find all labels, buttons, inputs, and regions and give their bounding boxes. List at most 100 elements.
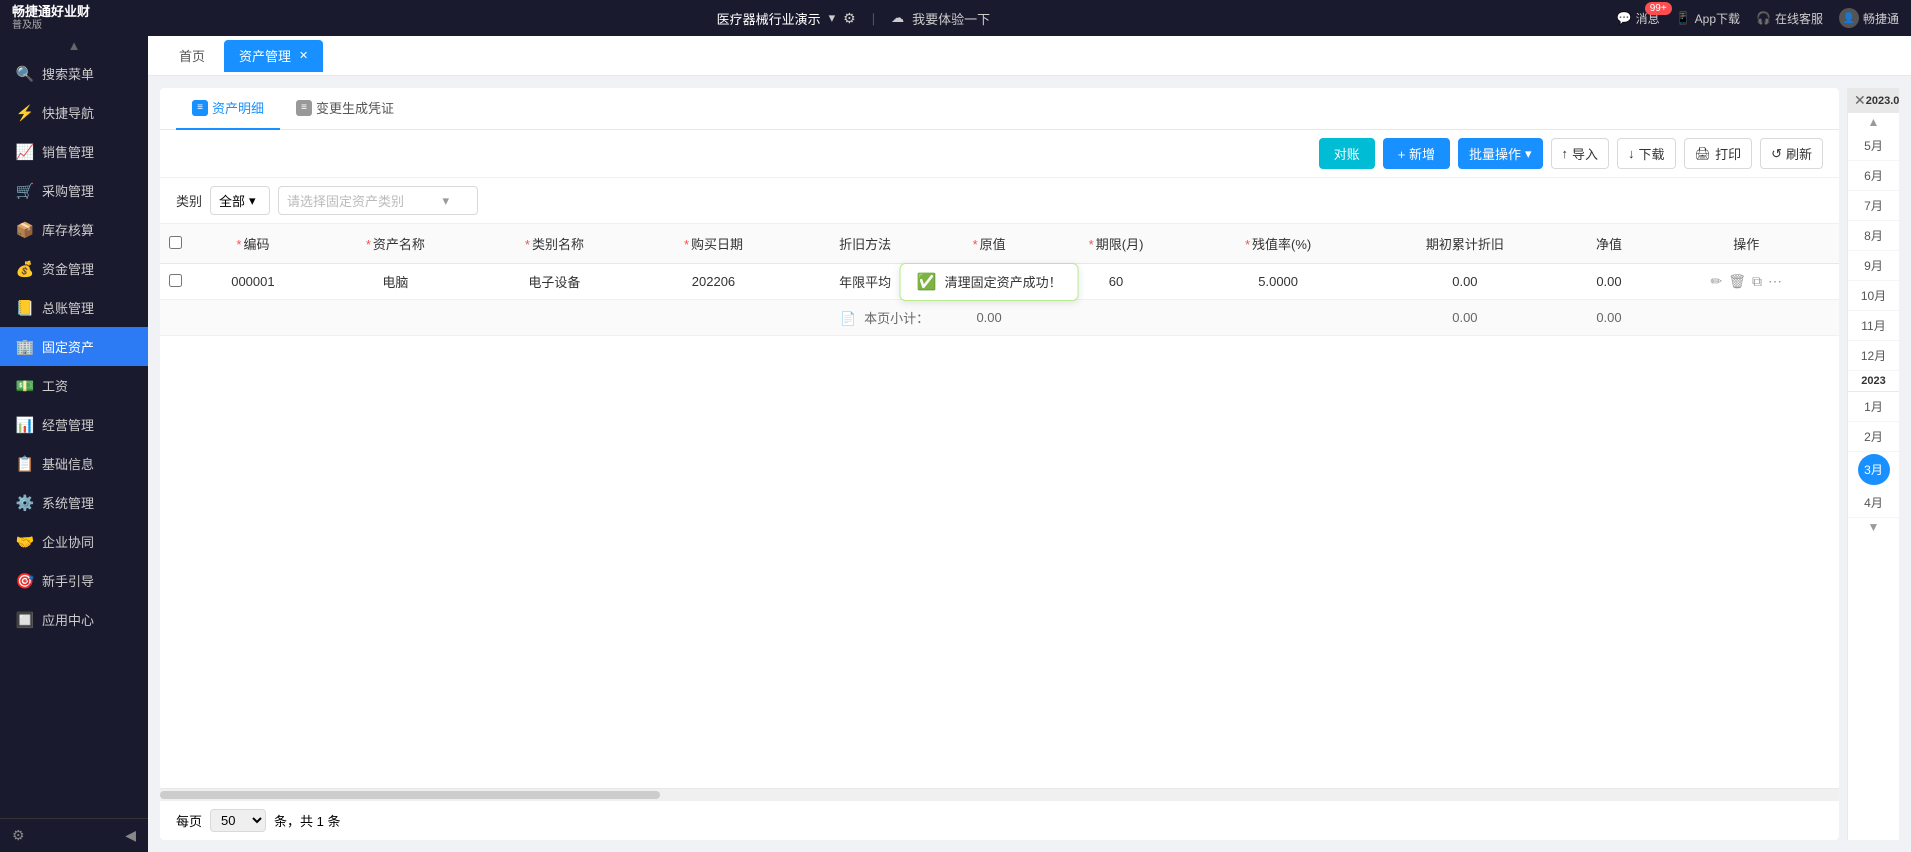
cal-month-may-prev[interactable]: 5月: [1848, 131, 1899, 161]
cal-month-aug-prev[interactable]: 8月: [1848, 221, 1899, 251]
sidebar-item-quick-nav[interactable]: ⚡ 快捷导航: [0, 93, 148, 132]
collapse-icon[interactable]: ◀: [125, 827, 136, 844]
success-check-icon: ✅: [917, 272, 937, 292]
cal-month-mar[interactable]: 3月: [1858, 454, 1890, 486]
subtotal-row: 📄 本页小计： 0.00 0.00: [160, 300, 1839, 336]
sidebar-item-search[interactable]: 🔍 搜索菜单: [0, 54, 148, 93]
top-bar-center: 医疗器械行业演示 ▾ ⚙ | ☁ 我要体验一下: [717, 9, 991, 28]
cell-name: 电脑: [316, 264, 475, 300]
tab-close-icon[interactable]: ✕: [299, 49, 308, 62]
reconcile-button[interactable]: 对账: [1319, 138, 1375, 169]
per-page-select[interactable]: 50 10 20 100: [210, 809, 266, 832]
per-page-label: 每页: [176, 811, 202, 830]
delete-icon[interactable]: 🗑: [1728, 273, 1746, 290]
page-content: ≡ 资产明细 ≡ 变更生成凭证 对账 + 新增: [148, 76, 1911, 852]
refresh-button[interactable]: ↺ 刷新: [1760, 138, 1823, 169]
payroll-icon: 💵: [16, 377, 34, 395]
calendar-nav-up[interactable]: ▲: [1848, 113, 1899, 131]
app-download-label: App下载: [1695, 10, 1740, 27]
calendar-close-button[interactable]: ✕: [1854, 92, 1866, 109]
experience-label[interactable]: 我要体验一下: [912, 9, 990, 28]
import-button[interactable]: ↑ 导入: [1551, 138, 1610, 169]
sidebar-item-app-center[interactable]: 🔲 应用中心: [0, 600, 148, 639]
message-badge: 99+: [1645, 2, 1672, 15]
download-icon: ↓: [1628, 146, 1635, 161]
header-net-value: 净值: [1564, 224, 1653, 264]
table-container: *编码 *资产名称 *类别名称 *购买日期: [160, 224, 1839, 788]
sidebar-scroll-up[interactable]: ▲: [0, 36, 148, 54]
download-button[interactable]: ↓ 下载: [1617, 138, 1676, 169]
cell-original-value: ✅ 清理固定资产成功！: [937, 264, 1041, 300]
ledger-icon: 📒: [16, 299, 34, 317]
settings-icon[interactable]: ⚙: [843, 10, 856, 27]
company-name: 医疗器械行业演示: [717, 9, 821, 28]
top-bar-left: 畅捷通好业财 普及版: [12, 4, 90, 32]
row-checkbox-cell: [160, 264, 190, 300]
fixed-assets-icon: 🏢: [16, 338, 34, 356]
row-checkbox[interactable]: [169, 274, 182, 287]
new-button[interactable]: + 新增: [1383, 138, 1450, 169]
chevron-down-icon[interactable]: ▾: [829, 10, 836, 26]
cal-month-feb[interactable]: 2月: [1848, 422, 1899, 452]
sidebar-item-operations[interactable]: 📊 经营管理: [0, 405, 148, 444]
cal-month-dec-prev[interactable]: 12月: [1848, 341, 1899, 371]
print-button[interactable]: 🖨 打印: [1684, 138, 1753, 169]
horizontal-scrollbar[interactable]: [160, 788, 1839, 800]
sales-icon: 📈: [16, 143, 34, 161]
sidebar-item-ledger[interactable]: 📒 总账管理: [0, 288, 148, 327]
sidebar-item-inventory[interactable]: 📦 库存核算: [0, 210, 148, 249]
cal-month-jun-prev[interactable]: 6月: [1848, 161, 1899, 191]
cal-year-2023-label: 2023: [1848, 371, 1899, 392]
cal-month-jan[interactable]: 1月: [1848, 392, 1899, 422]
user-name: 畅捷通: [1863, 10, 1899, 27]
sidebar: ▲ 🔍 搜索菜单 ⚡ 快捷导航 📈 销售管理 🛒 采购管理 📦 库存核算 💰 资…: [0, 36, 148, 852]
cal-month-apr[interactable]: 4月: [1848, 488, 1899, 518]
sub-tab-change-voucher[interactable]: ≡ 变更生成凭证: [280, 88, 410, 130]
scroll-thumb[interactable]: [160, 791, 660, 799]
category-search-input[interactable]: 请选择固定资产类别 ▾: [278, 186, 478, 215]
sidebar-item-enterprise[interactable]: 🤝 企业协同: [0, 522, 148, 561]
category-select[interactable]: 全部 ▾: [210, 186, 270, 215]
app-download-item[interactable]: 📱 App下载: [1676, 10, 1740, 27]
sidebar-item-fixed-assets[interactable]: 🏢 固定资产: [0, 327, 148, 366]
cloud-icon: ☁: [891, 10, 904, 26]
asset-table: *编码 *资产名称 *类别名称 *购买日期: [160, 224, 1839, 336]
quick-nav-icon: ⚡: [16, 104, 34, 122]
more-icon[interactable]: ⋯: [1768, 273, 1782, 290]
sub-tab-asset-list[interactable]: ≡ 资产明细: [176, 88, 280, 130]
edit-icon[interactable]: ✏: [1710, 273, 1722, 290]
message-icon: 💬: [1617, 11, 1632, 25]
cal-month-nov-prev[interactable]: 11月: [1848, 311, 1899, 341]
copy-icon[interactable]: ⧉: [1752, 273, 1762, 290]
top-bar-right: 💬 消息 99+ 📱 App下载 🎧 在线客服 👤 畅捷通: [1617, 8, 1899, 28]
top-bar: 畅捷通好业财 普及版 医疗器械行业演示 ▾ ⚙ | ☁ 我要体验一下 💬 消息 …: [0, 0, 1911, 36]
tab-home[interactable]: 首页: [164, 40, 220, 72]
tab-asset-mgmt[interactable]: 资产管理 ✕: [224, 40, 323, 72]
message-item[interactable]: 💬 消息 99+: [1617, 10, 1660, 27]
sidebar-item-system[interactable]: ⚙️ 系统管理: [0, 483, 148, 522]
batch-ops-button[interactable]: 批量操作 ▾: [1458, 138, 1543, 169]
select-chevron-icon: ▾: [249, 193, 256, 209]
select-all-checkbox[interactable]: [169, 236, 182, 249]
header-actions: 操作: [1654, 224, 1840, 264]
headset-icon: 🎧: [1756, 11, 1771, 25]
header-original-value: *原值: [937, 224, 1041, 264]
calendar-nav-down[interactable]: ▼: [1848, 518, 1899, 536]
user-item[interactable]: 👤 畅捷通: [1839, 8, 1899, 28]
sidebar-item-basic-info[interactable]: 📋 基础信息: [0, 444, 148, 483]
settings-bottom-icon[interactable]: ⚙: [12, 827, 25, 844]
cal-month-sep-prev[interactable]: 9月: [1848, 251, 1899, 281]
cal-month-jul-prev[interactable]: 7月: [1848, 191, 1899, 221]
sidebar-item-sales[interactable]: 📈 销售管理: [0, 132, 148, 171]
purchase-icon: 🛒: [16, 182, 34, 200]
online-service-item[interactable]: 🎧 在线客服: [1756, 10, 1823, 27]
filter-bar: 类别 全部 ▾ 请选择固定资产类别 ▾: [160, 178, 1839, 224]
header-code: *编码: [190, 224, 316, 264]
success-toast: ✅ 清理固定资产成功！: [900, 263, 1079, 301]
sidebar-item-payroll[interactable]: 💵 工资: [0, 366, 148, 405]
subtotal-initial: 0.00: [1365, 300, 1564, 336]
sidebar-item-capital[interactable]: 💰 资金管理: [0, 249, 148, 288]
cal-month-oct-prev[interactable]: 10月: [1848, 281, 1899, 311]
sidebar-item-purchase[interactable]: 🛒 采购管理: [0, 171, 148, 210]
sidebar-item-guide[interactable]: 🎯 新手引导: [0, 561, 148, 600]
